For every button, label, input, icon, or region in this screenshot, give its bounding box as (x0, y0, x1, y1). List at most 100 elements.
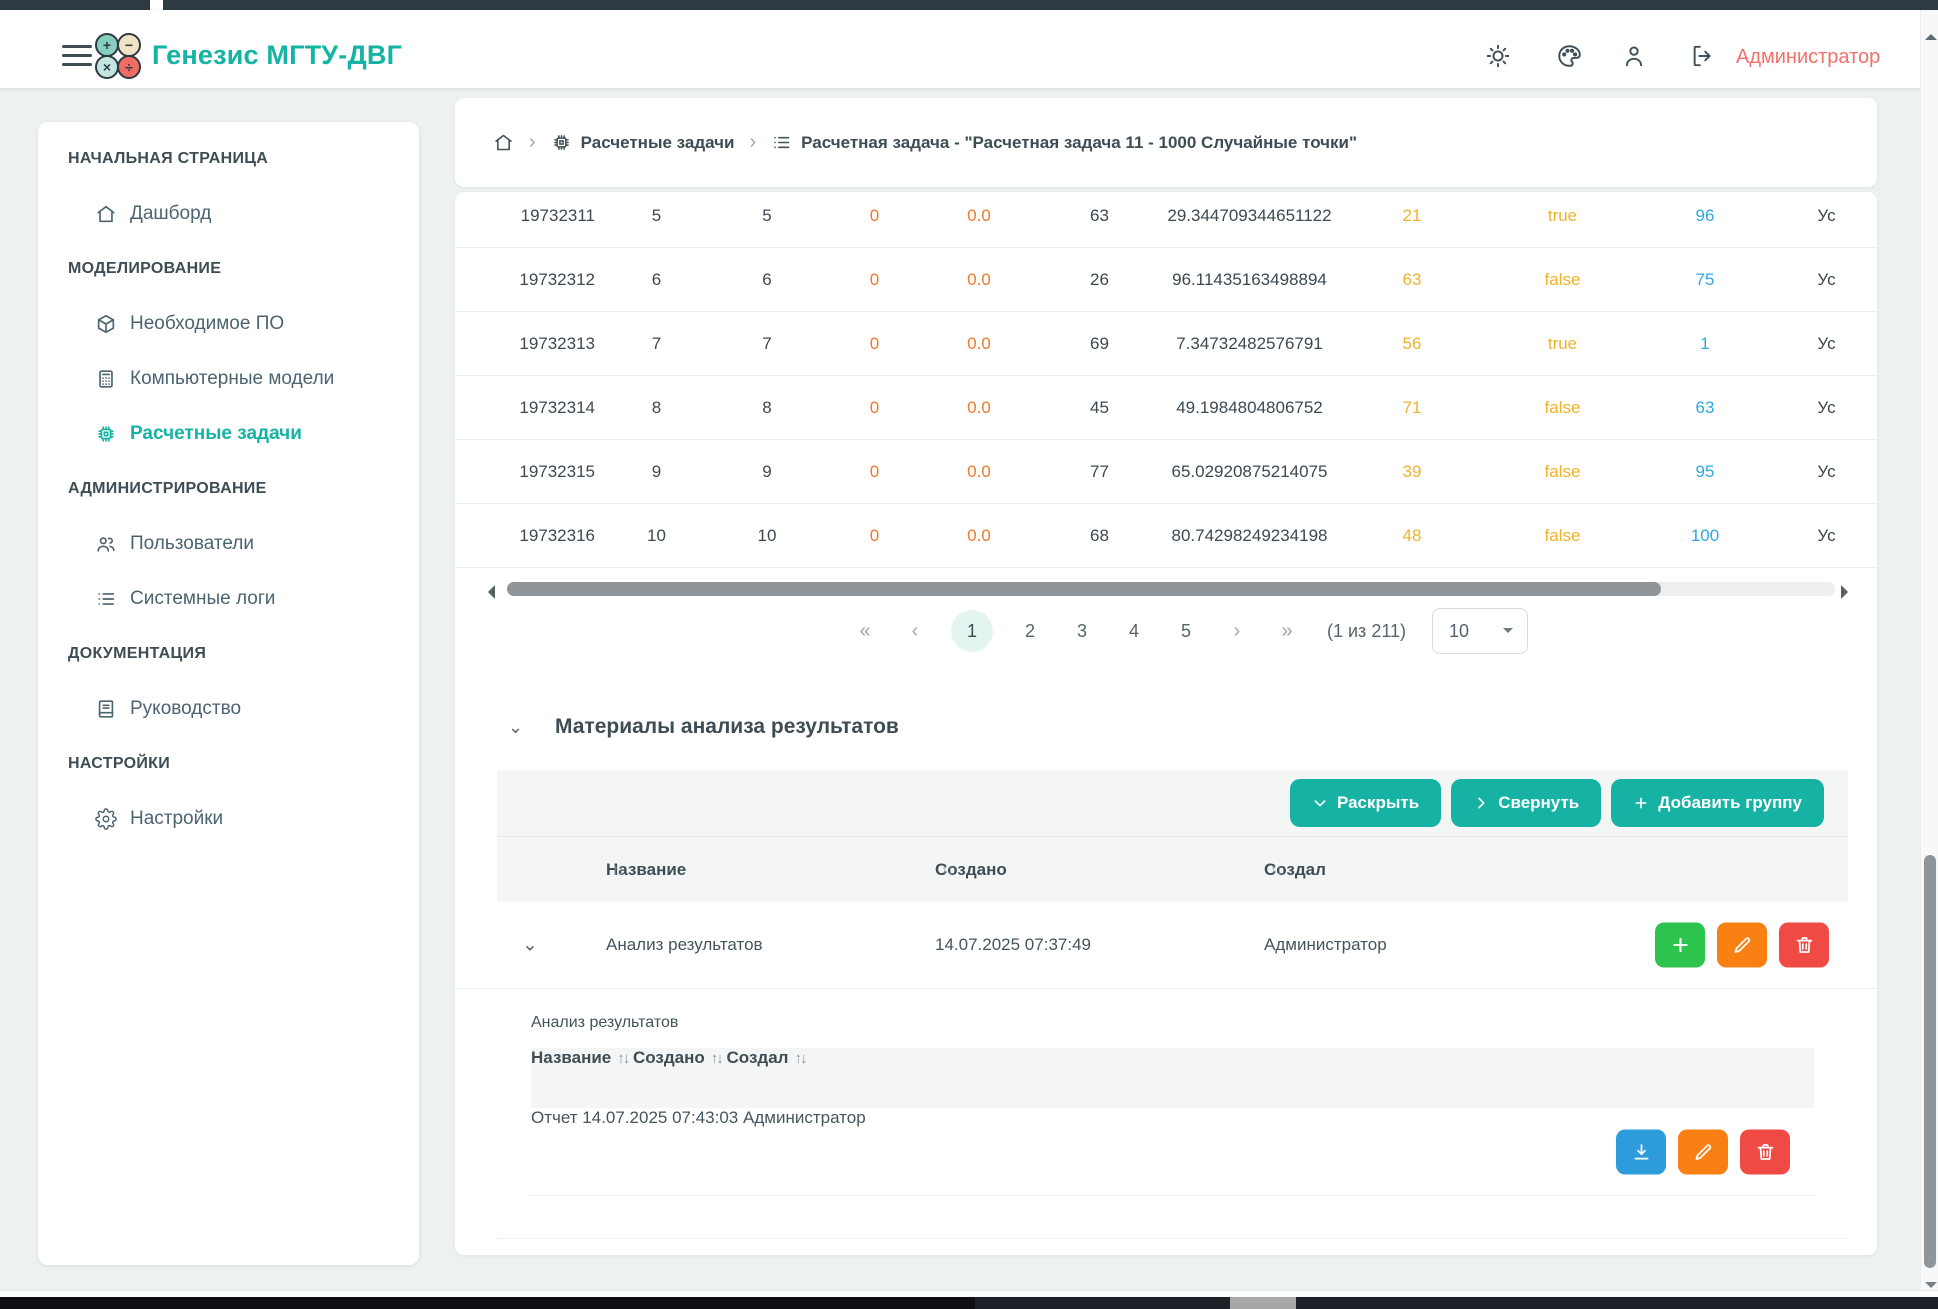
hamburger-menu-icon[interactable] (62, 45, 92, 66)
page-first-button[interactable]: « (851, 620, 879, 643)
plus-icon (1672, 937, 1688, 952)
sidebar-item-manual[interactable]: Руководство (38, 681, 419, 736)
group-created: 14.07.2025 07:37:49 (935, 934, 1091, 954)
column-header-name[interactable]: Название ↑↓ (531, 1048, 630, 1067)
pencil-icon (1734, 936, 1750, 953)
home-icon[interactable] (493, 132, 514, 153)
table-row[interactable]: 19732312 6 6 0 0.0 26 96.11435163498894 63 false… (455, 248, 1877, 312)
group-table-header: Название ↑↓ Создано ↑↓ Создал ↑↓ (497, 836, 1848, 902)
delete-group-button[interactable] (1779, 922, 1829, 967)
material-name: Отчет (531, 1108, 578, 1127)
group-author: Администратор (1264, 934, 1387, 954)
expand-all-button[interactable]: Раскрыть (1289, 779, 1442, 827)
page-prev-button[interactable]: ‹ (901, 620, 929, 643)
theme-toggle-icon[interactable] (1485, 43, 1511, 69)
trash-icon (1757, 1143, 1773, 1160)
breadcrumb: › Расчетные задачи › Расчетная задача - … (455, 98, 1877, 187)
materials-toolbar: Раскрыть Свернуть Добавить группу (497, 770, 1848, 836)
logo-plus-icon: + (95, 33, 119, 57)
page-size-select[interactable]: 10 (1432, 608, 1529, 654)
table-row[interactable]: 19732313 7 7 0 0.0 69 7.34732482576791 56 true 1 У… (455, 312, 1877, 376)
sidebar-item-software[interactable]: Необходимое ПО (38, 296, 419, 351)
sidebar-section-home: НАЧАЛЬНАЯ СТРАНИЦА (68, 149, 269, 167)
vertical-scroll-thumb[interactable] (1924, 855, 1936, 1268)
row-collapse-icon[interactable]: ⌄ (522, 933, 538, 956)
column-header-author[interactable]: Создал ↑↓ (727, 1048, 808, 1067)
delete-material-button[interactable] (1740, 1129, 1790, 1174)
app-header: + − × ÷ Генезис МГТУ-ДВГ Администратор (0, 10, 1920, 88)
chevron-down-icon (1314, 800, 1326, 807)
section-collapse-icon[interactable]: ⌄ (508, 717, 523, 738)
material-author: Администратор (743, 1108, 866, 1127)
sort-icon[interactable]: ↑↓ (788, 1050, 807, 1067)
chevron-down-icon (1503, 628, 1514, 638)
chevron-right-icon (1478, 797, 1485, 809)
horizontal-scroll-thumb[interactable] (507, 582, 1661, 596)
palette-icon[interactable] (1556, 43, 1582, 69)
horizontal-scrollbar (455, 582, 1877, 600)
table-row[interactable]: 19732311 5 5 0 0.0 63 29.344709344651122 21 true… (455, 192, 1877, 248)
scroll-up-arrow-icon[interactable] (1925, 34, 1937, 40)
sort-icon[interactable]: ↑↓ (935, 861, 954, 878)
pencil-icon (1695, 1143, 1711, 1160)
sidebar-item-dashboard[interactable]: Дашборд (38, 186, 419, 241)
page-button-2[interactable]: 2 (1015, 621, 1045, 642)
top-strip-notch (150, 0, 163, 10)
scroll-right-arrow-icon[interactable] (1841, 585, 1848, 599)
breadcrumb-current-task[interactable]: Расчетная задача - "Расчетная задача 11 … (771, 132, 1357, 153)
sort-icon[interactable]: ↑↓ (606, 861, 625, 878)
plus-icon (1635, 797, 1647, 809)
pagination: « ‹ 1 2 3 4 5 › » (1 из 211) 10 (851, 600, 1529, 662)
vertical-scrollbar[interactable] (1920, 10, 1938, 1297)
table-row[interactable]: 19732314 8 8 0 0.0 45 49.1984804806752 71 false 6… (455, 376, 1877, 440)
group-name: Анализ результатов (606, 934, 763, 954)
breadcrumb-calc-tasks[interactable]: Расчетные задачи (551, 132, 734, 153)
collapse-all-button[interactable]: Свернуть (1451, 779, 1602, 827)
edit-group-button[interactable] (1717, 922, 1767, 967)
window-top-strip (0, 0, 1938, 10)
page-button-5[interactable]: 5 (1171, 621, 1201, 642)
sidebar-nav: НАЧАЛЬНАЯ СТРАНИЦА Дашборд МОДЕЛИРОВАНИЕ… (38, 122, 419, 1265)
taskbar-strip (0, 1297, 1938, 1309)
sidebar-item-system-logs[interactable]: Системные логи (38, 571, 419, 626)
group-row[interactable]: ⌄ Анализ результатов 14.07.2025 07:37:49… (455, 901, 1877, 989)
column-header-created[interactable]: Создано ↑↓ (633, 1048, 724, 1067)
page-next-button[interactable]: › (1223, 620, 1251, 643)
horizontal-scroll-track[interactable] (507, 582, 1835, 596)
current-user-label[interactable]: Администратор (1736, 46, 1880, 69)
table-row[interactable]: 19732316 10 10 0 0.0 68 80.74298249234198 48 fal… (455, 504, 1877, 568)
logo-divide-icon: ÷ (117, 55, 141, 79)
page-button-3[interactable]: 3 (1067, 621, 1097, 642)
sort-icon[interactable]: ↑↓ (1264, 861, 1283, 878)
page-last-button[interactable]: » (1273, 620, 1301, 643)
table-row[interactable]: 19732315 9 9 0 0.0 77 65.02920875214075 39 false… (455, 440, 1877, 504)
scroll-down-arrow-icon[interactable] (1925, 1282, 1937, 1288)
logout-icon[interactable] (1689, 43, 1715, 69)
sort-icon[interactable]: ↑↓ (705, 1050, 724, 1067)
chip-icon (98, 425, 114, 442)
chip-icon (553, 135, 569, 150)
page-button-4[interactable]: 4 (1119, 621, 1149, 642)
page-button-1[interactable]: 1 (951, 610, 993, 652)
sidebar-item-users[interactable]: Пользователи (38, 516, 419, 571)
download-icon (1634, 1143, 1648, 1159)
sidebar-section-admin: АДМИНИСТРИРОВАНИЕ (68, 479, 267, 497)
add-group-button[interactable]: Добавить группу (1611, 779, 1824, 827)
user-profile-icon[interactable] (1621, 43, 1647, 69)
page-info: (1 из 211) (1327, 620, 1407, 641)
sort-icon[interactable]: ↑↓ (611, 1050, 630, 1067)
sidebar-item-calc-tasks[interactable]: Расчетные задачи (38, 406, 419, 461)
sidebar-item-computer-models[interactable]: Компьютерные модели (38, 351, 419, 406)
home-icon (97, 205, 115, 222)
add-material-button[interactable] (1655, 922, 1705, 967)
sub-group-label: Анализ результатов (531, 1014, 679, 1031)
edit-material-button[interactable] (1678, 1129, 1728, 1174)
sidebar-item-settings[interactable]: Настройки (38, 791, 419, 846)
breadcrumb-separator: › (749, 131, 757, 153)
material-row[interactable]: Отчет 14.07.2025 07:43:03 Администратор (531, 1108, 1814, 1196)
materials-section-header: ⌄ Материалы анализа результатов (455, 706, 1877, 748)
download-material-button[interactable] (1616, 1129, 1666, 1174)
scroll-left-arrow-icon[interactable] (488, 585, 495, 599)
users-icon (97, 536, 115, 552)
calculator-icon (99, 369, 113, 388)
